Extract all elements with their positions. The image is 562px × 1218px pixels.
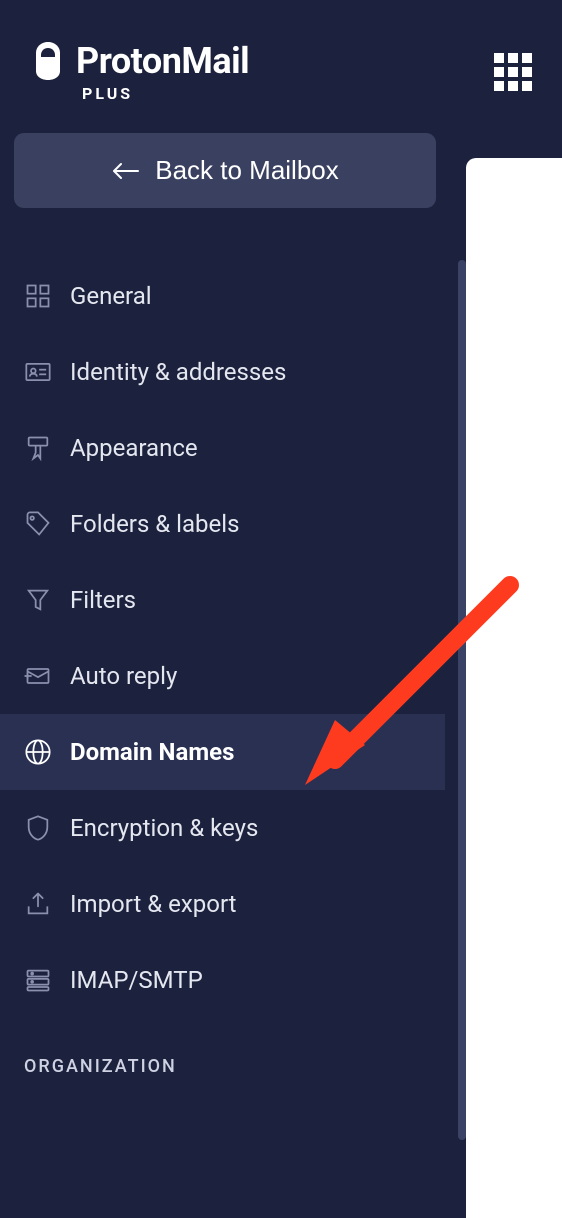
globe-icon	[24, 738, 52, 766]
lock-icon	[30, 41, 66, 81]
sidebar-item-appearance[interactable]: Appearance	[0, 410, 445, 486]
sidebar-item-label: General	[70, 282, 152, 310]
sidebar-item-label: Folders & labels	[70, 510, 239, 538]
server-icon	[24, 966, 52, 994]
sidebar-item-label: Import & export	[70, 890, 237, 918]
main-content-panel	[466, 158, 562, 1218]
header: ProtonMail PLUS	[0, 0, 562, 133]
sidebar-item-label: Domain Names	[70, 738, 234, 766]
import-export-icon	[24, 890, 52, 918]
sidebar-item-folders[interactable]: Folders & labels	[0, 486, 445, 562]
tag-icon	[24, 510, 52, 538]
sidebar-item-general[interactable]: General	[0, 258, 445, 334]
sidebar-item-filters[interactable]: Filters	[0, 562, 445, 638]
funnel-icon	[24, 586, 52, 614]
brand-name: ProtonMail	[76, 40, 249, 82]
shield-icon	[24, 814, 52, 842]
sidebar-item-encryption[interactable]: Encryption & keys	[0, 790, 445, 866]
sidebar-item-label: Filters	[70, 586, 136, 614]
section-header-organization: ORGANIZATION	[0, 1018, 445, 1087]
brand-logo[interactable]: ProtonMail PLUS	[30, 40, 249, 103]
sidebar-item-label: Identity & addresses	[70, 358, 286, 386]
brush-icon	[24, 434, 52, 462]
sidebar-item-domains[interactable]: Domain Names	[0, 714, 445, 790]
grid-icon	[24, 282, 52, 310]
sidebar-item-identity[interactable]: Identity & addresses	[0, 334, 445, 410]
brand-plan: PLUS	[82, 84, 249, 103]
arrow-left-icon	[111, 162, 139, 180]
sidebar-scrollbar[interactable]	[458, 260, 466, 1140]
sidebar-item-import[interactable]: Import & export	[0, 866, 445, 942]
apps-menu-icon[interactable]	[494, 53, 532, 91]
sidebar-item-imap[interactable]: IMAP/SMTP	[0, 942, 445, 1018]
sidebar-item-autoreply[interactable]: Auto reply	[0, 638, 445, 714]
sidebar-item-label: Encryption & keys	[70, 814, 258, 842]
back-to-mailbox-button[interactable]: Back to Mailbox	[14, 133, 436, 208]
sidebar-item-label: Appearance	[70, 434, 198, 462]
id-card-icon	[24, 358, 52, 386]
back-button-label: Back to Mailbox	[155, 155, 339, 186]
reply-icon	[24, 662, 52, 690]
settings-sidebar: General Identity & addresses Appearance …	[0, 258, 445, 1087]
sidebar-item-label: Auto reply	[70, 662, 177, 690]
sidebar-item-label: IMAP/SMTP	[70, 966, 203, 994]
